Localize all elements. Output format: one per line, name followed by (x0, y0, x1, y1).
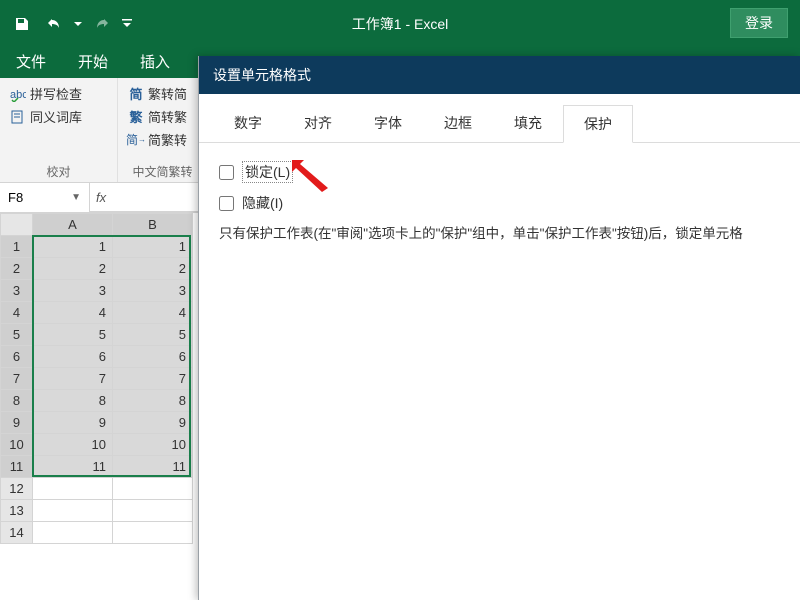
save-button[interactable] (8, 10, 36, 38)
dialog-tab[interactable]: 字体 (353, 104, 423, 142)
cell[interactable]: 7 (113, 368, 193, 390)
name-box[interactable]: ▼ (0, 183, 90, 212)
cell[interactable] (33, 478, 113, 500)
row-header[interactable]: 8 (1, 390, 33, 412)
name-box-dropdown-icon[interactable]: ▼ (71, 192, 81, 203)
ribbon-group-proofing: abc 拼写检查 同义词库 校对 (0, 78, 118, 182)
convert-icon: 简→ (128, 132, 144, 148)
dialog-tab[interactable]: 对齐 (283, 104, 353, 142)
row-header[interactable]: 9 (1, 412, 33, 434)
dialog-tab[interactable]: 填充 (493, 104, 563, 142)
format-cells-dialog: 设置单元格格式 数字对齐字体边框填充保护 锁定(L) 隐藏(I) 只有保护工作表… (198, 56, 800, 600)
row-header[interactable]: 10 (1, 434, 33, 456)
dialog-tab[interactable]: 保护 (563, 105, 633, 143)
cell[interactable] (113, 500, 193, 522)
cell[interactable]: 3 (113, 280, 193, 302)
trad-to-simp-button[interactable]: 简 繁转简 (128, 84, 197, 103)
simplified-icon: 简 (128, 86, 144, 102)
tab-insert[interactable]: 插入 (124, 45, 186, 78)
svg-text:abc: abc (10, 89, 26, 101)
cell[interactable]: 2 (113, 258, 193, 280)
quick-access-toolbar (0, 10, 134, 38)
row-header[interactable]: 6 (1, 346, 33, 368)
dialog-body: 锁定(L) 隐藏(I) 只有保护工作表(在"审阅"选项卡上的"保护"组中，单击"… (199, 143, 800, 263)
cell[interactable]: 5 (33, 324, 113, 346)
lock-label[interactable]: 锁定(L) (242, 161, 293, 183)
col-header-A[interactable]: A (33, 214, 113, 236)
row-header[interactable]: 7 (1, 368, 33, 390)
group-label-chinese: 中文简繁转 (128, 159, 197, 180)
cell[interactable]: 7 (33, 368, 113, 390)
cell[interactable]: 4 (33, 302, 113, 324)
cell[interactable] (113, 522, 193, 544)
cell[interactable]: 10 (113, 434, 193, 456)
dialog-tab[interactable]: 边框 (423, 104, 493, 142)
hide-checkbox-row: 隐藏(I) (219, 193, 780, 213)
hide-label[interactable]: 隐藏(I) (242, 193, 283, 213)
fx-icon[interactable]: fx (96, 190, 106, 205)
cell[interactable]: 1 (33, 236, 113, 258)
thesaurus-button[interactable]: 同义词库 (10, 107, 107, 126)
dialog-tabs: 数字对齐字体边框填充保护 (199, 94, 800, 143)
redo-button[interactable] (88, 10, 116, 38)
col-header-B[interactable]: B (113, 214, 193, 236)
ribbon-group-chinese: 简 繁转简 繁 简转繁 简→ 简繁转 中文简繁转 (118, 78, 208, 182)
row-header[interactable]: 5 (1, 324, 33, 346)
spreadsheet-grid[interactable]: A B 111222333444555666777888999101010111… (0, 213, 193, 544)
undo-dropdown[interactable] (72, 10, 84, 38)
login-button[interactable]: 登录 (730, 8, 788, 38)
simp-trad-convert-button[interactable]: 简→ 简繁转 (128, 130, 197, 149)
spelling-label: 拼写检查 (30, 84, 82, 103)
protection-hint: 只有保护工作表(在"审阅"选项卡上的"保护"组中，单击"保护工作表"按钮)后，锁… (219, 223, 780, 245)
row-header[interactable]: 2 (1, 258, 33, 280)
cell[interactable] (33, 522, 113, 544)
row-header[interactable]: 3 (1, 280, 33, 302)
cell[interactable]: 10 (33, 434, 113, 456)
dialog-tab[interactable]: 数字 (213, 104, 283, 142)
tab-file[interactable]: 文件 (0, 45, 62, 78)
row-header[interactable]: 4 (1, 302, 33, 324)
spelling-button[interactable]: abc 拼写检查 (10, 84, 107, 103)
select-all-corner[interactable] (1, 214, 33, 236)
cell[interactable] (33, 500, 113, 522)
window-title: 工作簿1 - Excel (352, 14, 448, 34)
row-header[interactable]: 14 (1, 522, 33, 544)
cell[interactable]: 2 (33, 258, 113, 280)
row-header[interactable]: 12 (1, 478, 33, 500)
cell[interactable]: 3 (33, 280, 113, 302)
lock-checkbox[interactable] (219, 165, 234, 180)
cell[interactable]: 5 (113, 324, 193, 346)
tab-home[interactable]: 开始 (62, 45, 124, 78)
cell[interactable]: 8 (33, 390, 113, 412)
cell[interactable]: 9 (113, 412, 193, 434)
thesaurus-icon (10, 109, 26, 125)
dialog-title: 设置单元格格式 (199, 56, 800, 94)
group-label-proofing: 校对 (10, 159, 107, 180)
row-header[interactable]: 1 (1, 236, 33, 258)
row-header[interactable]: 13 (1, 500, 33, 522)
lock-checkbox-row: 锁定(L) (219, 161, 780, 183)
thesaurus-label: 同义词库 (30, 107, 82, 126)
cell[interactable]: 4 (113, 302, 193, 324)
simp-to-trad-button[interactable]: 繁 简转繁 (128, 107, 197, 126)
simp-to-trad-label: 简转繁 (148, 107, 187, 126)
cell[interactable] (113, 478, 193, 500)
name-box-input[interactable] (8, 190, 68, 205)
row-header[interactable]: 11 (1, 456, 33, 478)
cell[interactable]: 6 (33, 346, 113, 368)
cell[interactable]: 11 (113, 456, 193, 478)
qat-customize[interactable] (120, 10, 134, 38)
cell[interactable]: 6 (113, 346, 193, 368)
undo-button[interactable] (40, 10, 68, 38)
cell[interactable]: 9 (33, 412, 113, 434)
trad-to-simp-label: 繁转简 (148, 84, 187, 103)
traditional-icon: 繁 (128, 109, 144, 125)
spellcheck-icon: abc (10, 86, 26, 102)
cell[interactable]: 11 (33, 456, 113, 478)
simp-trad-convert-label: 简繁转 (148, 130, 187, 149)
title-bar: 工作簿1 - Excel 登录 (0, 0, 800, 48)
cell[interactable]: 8 (113, 390, 193, 412)
hide-checkbox[interactable] (219, 196, 234, 211)
cell[interactable]: 1 (113, 236, 193, 258)
